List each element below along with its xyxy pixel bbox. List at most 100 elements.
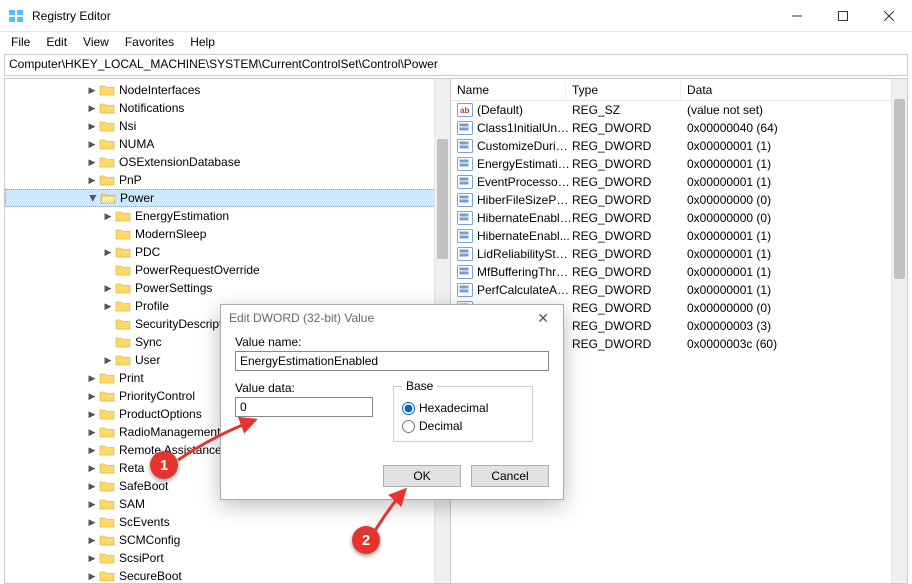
tree-node-energyestimation[interactable]: ▶EnergyEstimation (5, 207, 450, 225)
value-data: (value not set) (687, 103, 907, 117)
list-row[interactable]: HibernateEnabl...REG_DWORD0x00000001 (1) (451, 227, 907, 245)
tree-node-label: Notifications (119, 101, 184, 115)
ok-button[interactable]: OK (383, 465, 461, 487)
chevron-right-icon[interactable]: ▶ (85, 157, 99, 168)
tree-node-numa[interactable]: ▶NUMA (5, 135, 450, 153)
maximize-button[interactable] (820, 0, 866, 32)
tree-node-nsi[interactable]: ▶Nsi (5, 117, 450, 135)
value-name-field[interactable] (235, 351, 549, 371)
chevron-right-icon[interactable]: ▶ (85, 85, 99, 96)
chevron-right-icon[interactable]: ▶ (85, 463, 99, 474)
dialog-titlebar[interactable]: Edit DWORD (32-bit) Value ✕ (221, 305, 563, 331)
folder-icon (99, 497, 115, 511)
list-row[interactable]: CustomizeDurin...REG_DWORD0x00000001 (1) (451, 137, 907, 155)
folder-icon (99, 551, 115, 565)
chevron-right-icon[interactable]: ▶ (85, 535, 99, 546)
value-name: PerfCalculateAc... (477, 283, 572, 297)
list-header: Name Type Data (451, 79, 907, 101)
cancel-button[interactable]: Cancel (471, 465, 549, 487)
list-scrollbar[interactable] (891, 79, 907, 583)
list-row[interactable]: Class1InitialUnp...REG_DWORD0x00000040 (… (451, 119, 907, 137)
chevron-right-icon[interactable]: ▶ (85, 427, 99, 438)
list-row[interactable]: EnergyEstimatio...REG_DWORD0x00000001 (1… (451, 155, 907, 173)
tree-node-scevents[interactable]: ▶ScEvents (5, 513, 450, 531)
chevron-right-icon[interactable]: ▶ (85, 445, 99, 456)
dialog-title: Edit DWORD (32-bit) Value (229, 311, 374, 325)
dword-value-icon (457, 210, 473, 226)
tree-node-label: SecurityDescript (135, 317, 222, 331)
tree-node-label: PnP (119, 173, 142, 187)
list-row[interactable]: LidReliabilityStateREG_DWORD0x00000001 (… (451, 245, 907, 263)
tree-node-label: Profile (135, 299, 169, 313)
menu-help[interactable]: Help (183, 34, 222, 50)
folder-icon (99, 479, 115, 493)
tree-node-pnp[interactable]: ▶ PnP (5, 171, 450, 189)
list-row[interactable]: MfBufferingThre...REG_DWORD0x00000001 (1… (451, 263, 907, 281)
minimize-button[interactable] (774, 0, 820, 32)
chevron-right-icon[interactable]: ▶ (101, 247, 115, 258)
value-name: LidReliabilityState (477, 247, 572, 261)
tree-node-power[interactable]: ▶Power (5, 189, 450, 207)
tree-node-powerrequestoverride[interactable]: PowerRequestOverride (5, 261, 450, 279)
tree-node-label: ModernSleep (135, 227, 206, 241)
tree-node-pdc[interactable]: ▶PDC (5, 243, 450, 261)
tree-node-scsiport[interactable]: ▶ScsiPort (5, 549, 450, 567)
close-button[interactable] (866, 0, 912, 32)
edit-dword-dialog: Edit DWORD (32-bit) Value ✕ Value name: … (220, 304, 564, 500)
folder-icon (115, 353, 131, 367)
radio-dec[interactable] (402, 420, 415, 433)
chevron-right-icon[interactable]: ▶ (85, 175, 99, 186)
folder-icon (99, 173, 115, 187)
tree-node-notifications[interactable]: ▶ Notifications (5, 99, 450, 117)
chevron-right-icon[interactable]: ▶ (101, 211, 115, 222)
chevron-right-icon[interactable]: ▶ (85, 517, 99, 528)
chevron-down-icon[interactable]: ▶ (88, 191, 99, 205)
chevron-right-icon[interactable]: ▶ (101, 301, 115, 312)
chevron-right-icon[interactable]: ▶ (85, 373, 99, 384)
radio-hex[interactable] (402, 402, 415, 415)
chevron-right-icon[interactable]: ▶ (85, 103, 99, 114)
list-row[interactable]: (Default)REG_SZ(value not set) (451, 101, 907, 119)
tree-node-nodeinterfaces[interactable]: ▶NodeInterfaces (5, 81, 450, 99)
value-data-field[interactable] (235, 397, 373, 417)
chevron-right-icon[interactable]: ▶ (85, 499, 99, 510)
chevron-right-icon[interactable]: ▶ (85, 571, 99, 582)
tree-node-label: SCMConfig (119, 533, 180, 547)
value-data: 0x00000001 (1) (687, 229, 907, 243)
col-name[interactable]: Name (451, 81, 566, 99)
dword-value-icon (457, 156, 473, 172)
list-row[interactable]: PerfCalculateAc...REG_DWORD0x00000001 (1… (451, 281, 907, 299)
folder-icon (99, 461, 115, 475)
tree-node-powersettings[interactable]: ▶PowerSettings (5, 279, 450, 297)
chevron-right-icon[interactable]: ▶ (85, 139, 99, 150)
list-row[interactable]: HiberFileSizePer...REG_DWORD0x00000000 (… (451, 191, 907, 209)
chevron-right-icon[interactable]: ▶ (85, 391, 99, 402)
dword-value-icon (457, 228, 473, 244)
value-name: (Default) (477, 103, 572, 117)
value-name: EnergyEstimatio... (477, 157, 572, 171)
menu-edit[interactable]: Edit (39, 34, 74, 50)
col-data[interactable]: Data (681, 81, 907, 99)
chevron-right-icon[interactable]: ▶ (85, 121, 99, 132)
tree-node-osextensiondatabase[interactable]: ▶OSExtensionDatabase (5, 153, 450, 171)
tree-node-label: User (135, 353, 160, 367)
menu-file[interactable]: File (4, 34, 37, 50)
folder-open-icon (100, 191, 116, 205)
address-bar[interactable]: Computer\HKEY_LOCAL_MACHINE\SYSTEM\Curre… (4, 54, 908, 76)
chevron-right-icon[interactable]: ▶ (85, 481, 99, 492)
chevron-right-icon[interactable]: ▶ (85, 409, 99, 420)
chevron-right-icon[interactable]: ▶ (101, 283, 115, 294)
value-data: 0x00000001 (1) (687, 247, 907, 261)
menu-favorites[interactable]: Favorites (118, 34, 181, 50)
tree-node-modernsleep[interactable]: ModernSleep (5, 225, 450, 243)
chevron-right-icon[interactable]: ▶ (85, 553, 99, 564)
list-row[interactable]: EventProcessorE...REG_DWORD0x00000001 (1… (451, 173, 907, 191)
folder-icon (99, 425, 115, 439)
list-row[interactable]: HibernateEnabledREG_DWORD0x00000000 (0) (451, 209, 907, 227)
tree-node-scmconfig[interactable]: ▶ SCMConfig (5, 531, 450, 549)
chevron-right-icon[interactable]: ▶ (101, 355, 115, 366)
dialog-close-button[interactable]: ✕ (531, 310, 555, 327)
menu-view[interactable]: View (76, 34, 116, 50)
col-type[interactable]: Type (566, 81, 681, 99)
tree-node-secureboot[interactable]: ▶SecureBoot (5, 567, 450, 583)
